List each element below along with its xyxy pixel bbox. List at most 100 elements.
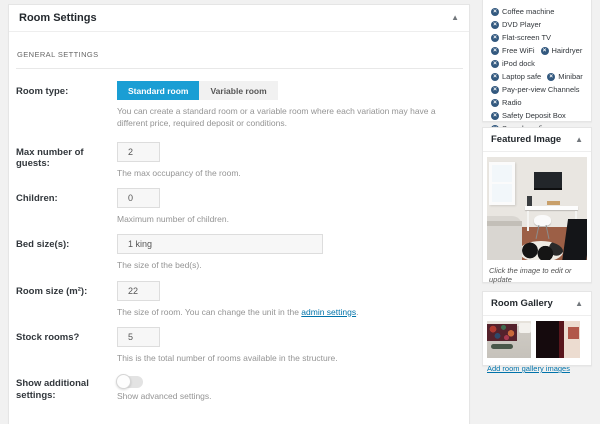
room-size-input[interactable]	[117, 280, 160, 301]
room-facilities-tags-panel: × Coffee machine × DVD Player × Flat-screen…	[482, 0, 592, 184]
bed-size-description: The size of the bed(s).	[117, 260, 202, 271]
remove-tag-icon[interactable]: ×	[491, 34, 499, 42]
additional-settings-description: Show advanced settings.	[117, 391, 212, 402]
room-size-description: The size of room. You can change the uni…	[117, 306, 447, 318]
scene-cowhide-rug	[519, 241, 563, 260]
field-room-size: Room size (m²): The size of room. You ca…	[16, 280, 463, 318]
remove-tag-icon[interactable]: ×	[491, 73, 499, 81]
room-type-button-group: Standard room Variable room	[117, 81, 463, 100]
room-settings-panel: Room Settings ▲ GENERAL SETTINGS Room ty…	[8, 4, 470, 424]
room-size-desc-suffix: .	[356, 306, 359, 317]
tag-item: × Free WiFi	[491, 45, 535, 57]
children-description: Maximum number of children.	[117, 213, 229, 224]
scene-floral-duvet	[487, 323, 517, 341]
scene-desk-leg	[527, 210, 529, 232]
section-standard-room-settings: STANDARD ROOM SETTINGS	[16, 419, 463, 424]
room-size-desc-text: The size of room. You can change the uni…	[117, 306, 302, 317]
bed-size-input[interactable]	[117, 234, 323, 255]
collapse-arrow-icon[interactable]: ▲	[451, 14, 459, 22]
tag-label: Free WiFi	[502, 46, 535, 55]
room-gallery-panel: Room Gallery ▲ Add room gallery images	[482, 291, 592, 373]
scene-pillow	[518, 322, 531, 334]
remove-tag-icon[interactable]: ×	[491, 112, 499, 120]
remove-tag-icon[interactable]: ×	[491, 21, 499, 29]
add-gallery-images-link[interactable]: Add room gallery images	[487, 364, 570, 373]
field-children: Children: Maximum number of children.	[16, 187, 463, 225]
max-guests-description: The max occupancy of the room.	[117, 167, 241, 178]
field-stock-rooms: Stock rooms? This is the total number of…	[16, 326, 463, 364]
field-bed-size: Bed size(s): The size of the bed(s).	[16, 234, 463, 271]
remove-tag-icon[interactable]: ×	[540, 47, 549, 55]
children-input[interactable]	[117, 187, 160, 208]
collapse-arrow-icon[interactable]: ▲	[575, 299, 583, 308]
gallery-image-2[interactable]	[536, 321, 580, 358]
tag-label: Safety Deposit Box	[502, 111, 566, 120]
toggle-knob	[116, 374, 131, 390]
max-guests-label: Max number of guests:	[16, 146, 84, 170]
tag-label: Minibar	[558, 72, 583, 81]
gallery-thumbnails	[487, 321, 587, 358]
stock-rooms-label: Stock rooms?	[16, 331, 80, 343]
tag-item: × Coffee machine	[491, 6, 554, 18]
scene-chair	[534, 214, 551, 226]
featured-image-title: Featured Image	[491, 134, 562, 145]
room-gallery-title: Room Gallery	[491, 298, 553, 309]
tag-item: × DVD Player	[491, 19, 541, 31]
room-size-label: Room size (m²):	[16, 285, 88, 297]
additional-settings-toggle[interactable]	[116, 374, 143, 390]
stock-rooms-input[interactable]	[117, 326, 160, 347]
scene-bed	[487, 215, 522, 260]
max-guests-input[interactable]	[117, 141, 160, 162]
room-gallery-body: Add room gallery images	[483, 316, 591, 383]
remove-tag-icon[interactable]: ×	[491, 99, 499, 107]
bed-size-label: Bed size(s):	[16, 239, 70, 251]
featured-image-panel: Featured Image ▲ Click the image to edit…	[482, 127, 592, 303]
gallery-image-1[interactable]	[487, 321, 531, 358]
admin-settings-link[interactable]: admin settings	[301, 307, 356, 317]
room-gallery-header[interactable]: Room Gallery ▲	[483, 292, 591, 316]
scene-speaker	[527, 196, 532, 207]
additional-settings-label: Show additional settings:	[16, 378, 89, 401]
scene-laptop	[547, 201, 560, 206]
tag-label: Flat-screen TV	[502, 33, 552, 42]
tag-label: Laptop safe	[502, 72, 542, 81]
field-max-guests: Max number of guests: The max occupancy …	[16, 141, 463, 179]
tag-item: × Hairdryer	[540, 45, 583, 57]
scene-building-view	[567, 326, 580, 340]
tag-label: Pay-per-view Channels	[502, 85, 580, 94]
remove-tag-icon[interactable]: ×	[491, 47, 499, 55]
tag-item: × Pay-per-view Channels	[491, 84, 580, 96]
field-room-type: Room type: Standard room Variable room Y…	[16, 81, 463, 130]
tag-item: × Laptop safe	[491, 71, 541, 83]
featured-image[interactable]	[487, 157, 587, 260]
scene-dark-chair	[561, 218, 587, 260]
remove-tag-icon[interactable]: ×	[547, 73, 556, 81]
room-type-standard-button[interactable]: Standard room	[117, 81, 200, 100]
tag-item: × Radio	[491, 97, 522, 109]
scene-desk	[525, 206, 578, 211]
room-type-description: You can create a standard room or a vari…	[117, 106, 436, 129]
remove-tag-icon[interactable]: ×	[491, 8, 499, 16]
remove-tag-icon[interactable]: ×	[491, 86, 499, 94]
stock-rooms-description: This is the total number of rooms availa…	[117, 352, 338, 363]
remove-tag-icon[interactable]: ×	[491, 60, 499, 68]
room-type-variable-button[interactable]: Variable room	[199, 81, 278, 100]
featured-image-header[interactable]: Featured Image ▲	[483, 128, 591, 152]
featured-image-body: Click the image to edit or update Remove…	[483, 152, 591, 314]
tag-item: × iPod dock	[491, 58, 535, 70]
featured-image-caption: Click the image to edit or update	[489, 266, 572, 284]
tag-label: Radio	[502, 98, 522, 107]
section-general-settings: GENERAL SETTINGS	[16, 42, 463, 69]
tag-label: Hairdryer	[551, 46, 583, 55]
tag-item: × Minibar	[547, 71, 583, 83]
scene-tv	[534, 172, 562, 190]
tag-item: × Safety Deposit Box	[491, 110, 566, 122]
tag-label: Coffee machine	[502, 7, 555, 16]
tag-label: iPod dock	[502, 59, 535, 68]
tag-item: × Flat-screen TV	[491, 32, 551, 44]
room-type-label: Room type:	[16, 86, 69, 97]
field-additional-settings: Show additional settings: Show advanced …	[16, 373, 463, 402]
scene-dark-curtain	[558, 321, 564, 358]
collapse-arrow-icon[interactable]: ▲	[575, 135, 583, 144]
room-settings-header[interactable]: Room Settings ▲	[9, 5, 469, 32]
